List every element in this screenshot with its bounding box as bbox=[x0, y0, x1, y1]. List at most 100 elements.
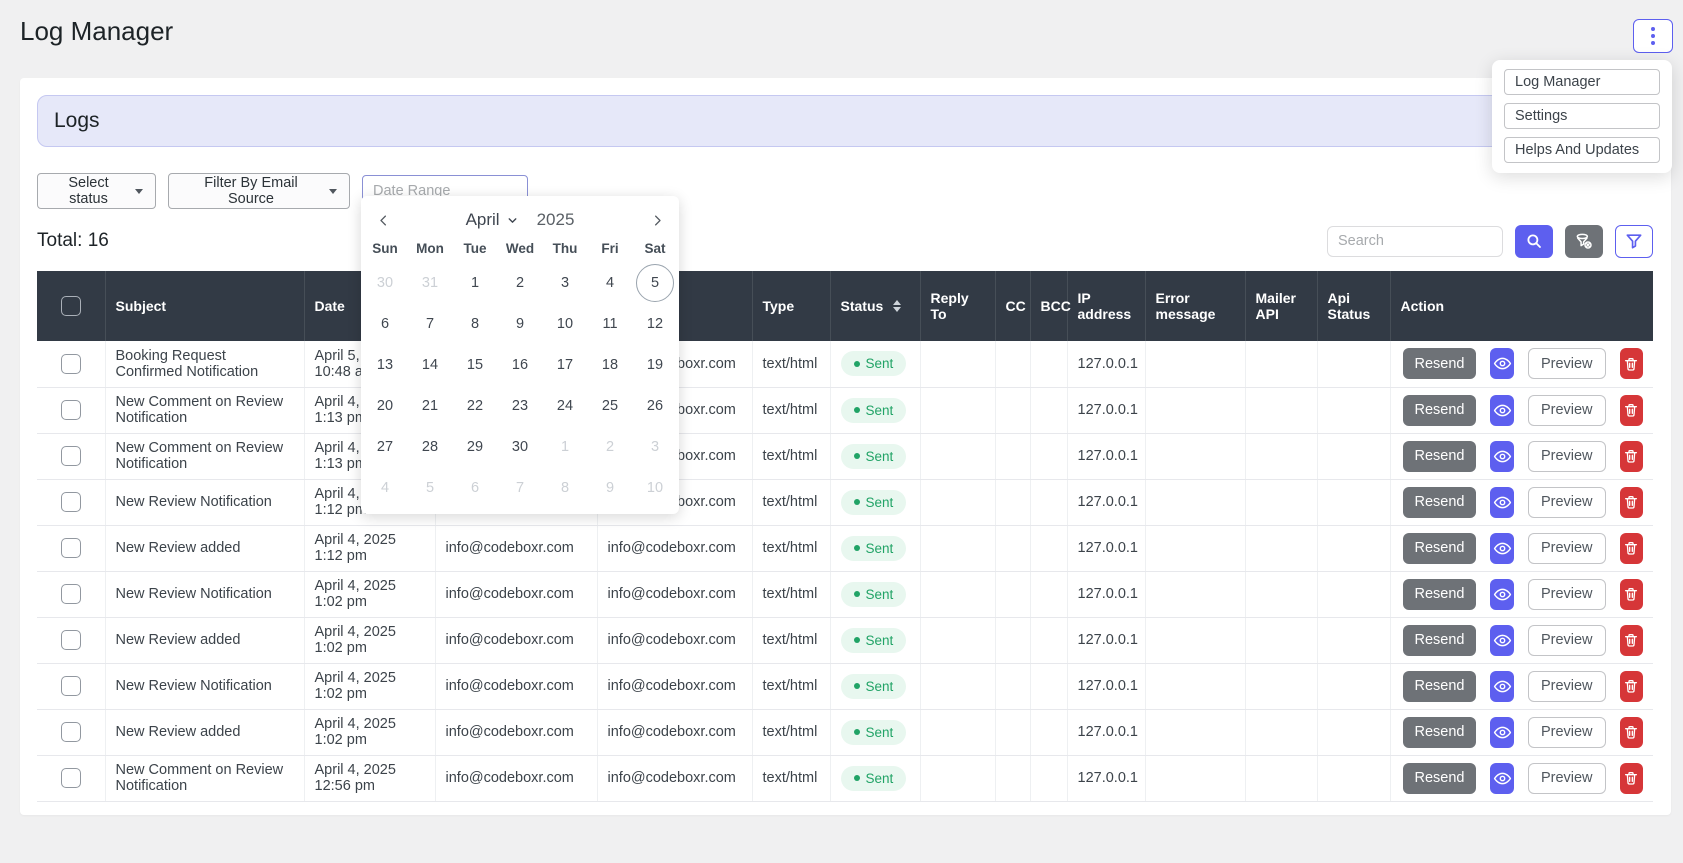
calendar-day[interactable]: 21 bbox=[408, 385, 453, 426]
row-checkbox[interactable] bbox=[61, 446, 81, 466]
calendar-day[interactable]: 6 bbox=[363, 303, 408, 344]
calendar-day[interactable]: 9 bbox=[498, 303, 543, 344]
delete-button[interactable] bbox=[1620, 441, 1643, 472]
preview-button[interactable]: Preview bbox=[1528, 671, 1606, 702]
view-button[interactable] bbox=[1490, 441, 1513, 472]
calendar-day[interactable]: 9 bbox=[588, 467, 633, 508]
calendar-day[interactable]: 2 bbox=[588, 426, 633, 467]
delete-button[interactable] bbox=[1620, 671, 1643, 702]
calendar-day[interactable]: 30 bbox=[363, 262, 408, 303]
view-button[interactable] bbox=[1490, 717, 1513, 748]
row-checkbox[interactable] bbox=[61, 676, 81, 696]
preview-button[interactable]: Preview bbox=[1528, 625, 1606, 656]
calendar-day[interactable]: 4 bbox=[363, 467, 408, 508]
preview-button[interactable]: Preview bbox=[1528, 487, 1606, 518]
search-button[interactable] bbox=[1515, 225, 1553, 258]
calendar-day[interactable]: 25 bbox=[588, 385, 633, 426]
view-button[interactable] bbox=[1490, 533, 1513, 564]
delete-button[interactable] bbox=[1620, 533, 1643, 564]
calendar-day[interactable]: 1 bbox=[543, 426, 588, 467]
row-checkbox[interactable] bbox=[61, 584, 81, 604]
calendar-day[interactable]: 15 bbox=[453, 344, 498, 385]
delete-button[interactable] bbox=[1620, 579, 1643, 610]
resend-button[interactable]: Resend bbox=[1403, 579, 1477, 610]
calendar-year-input[interactable]: 2025 bbox=[537, 210, 575, 230]
resend-button[interactable]: Resend bbox=[1403, 671, 1477, 702]
calendar-day[interactable]: 30 bbox=[498, 426, 543, 467]
delete-button[interactable] bbox=[1620, 717, 1643, 748]
calendar-day[interactable]: 7 bbox=[408, 303, 453, 344]
preview-button[interactable]: Preview bbox=[1528, 763, 1606, 794]
calendar-day[interactable]: 24 bbox=[543, 385, 588, 426]
calendar-day[interactable]: 10 bbox=[543, 303, 588, 344]
resend-button[interactable]: Resend bbox=[1403, 625, 1477, 656]
calendar-day[interactable]: 8 bbox=[543, 467, 588, 508]
resend-button[interactable]: Resend bbox=[1403, 395, 1477, 426]
calendar-day[interactable]: 14 bbox=[408, 344, 453, 385]
calendar-month-select[interactable]: April bbox=[466, 210, 519, 230]
resend-button[interactable]: Resend bbox=[1403, 763, 1477, 794]
calendar-day[interactable]: 1 bbox=[453, 262, 498, 303]
search-input[interactable] bbox=[1327, 226, 1503, 257]
row-checkbox[interactable] bbox=[61, 538, 81, 558]
row-checkbox[interactable] bbox=[61, 768, 81, 788]
row-checkbox[interactable] bbox=[61, 630, 81, 650]
view-button[interactable] bbox=[1490, 625, 1513, 656]
delete-button[interactable] bbox=[1620, 487, 1643, 518]
logs-panel-header[interactable]: Logs bbox=[37, 95, 1645, 147]
delete-button[interactable] bbox=[1620, 395, 1643, 426]
status-filter-select[interactable]: Select status bbox=[37, 173, 156, 209]
calendar-day[interactable]: 4 bbox=[588, 262, 633, 303]
row-checkbox[interactable] bbox=[61, 722, 81, 742]
delete-button[interactable] bbox=[1620, 348, 1643, 379]
resend-button[interactable]: Resend bbox=[1403, 487, 1477, 518]
calendar-day[interactable]: 20 bbox=[363, 385, 408, 426]
calendar-next-button[interactable] bbox=[645, 208, 669, 232]
calendar-day[interactable]: 7 bbox=[498, 467, 543, 508]
email-source-filter-select[interactable]: Filter By Email Source bbox=[168, 173, 350, 209]
calendar-day[interactable]: 28 bbox=[408, 426, 453, 467]
view-button[interactable] bbox=[1490, 487, 1513, 518]
row-checkbox[interactable] bbox=[61, 492, 81, 512]
calendar-day[interactable]: 16 bbox=[498, 344, 543, 385]
calendar-day[interactable]: 13 bbox=[363, 344, 408, 385]
calendar-day[interactable]: 5 bbox=[408, 467, 453, 508]
resend-button[interactable]: Resend bbox=[1403, 533, 1477, 564]
delete-button[interactable] bbox=[1620, 763, 1643, 794]
menu-item-log-manager[interactable]: Log Manager bbox=[1504, 69, 1660, 95]
calendar-day[interactable]: 17 bbox=[543, 344, 588, 385]
calendar-day[interactable]: 19 bbox=[633, 344, 678, 385]
calendar-day[interactable]: 26 bbox=[633, 385, 678, 426]
preview-button[interactable]: Preview bbox=[1528, 395, 1606, 426]
view-button[interactable] bbox=[1490, 763, 1513, 794]
calendar-day[interactable]: 12 bbox=[633, 303, 678, 344]
column-header-status[interactable]: Status bbox=[830, 271, 920, 341]
calendar-prev-button[interactable] bbox=[371, 208, 395, 232]
calendar-day[interactable]: 3 bbox=[633, 426, 678, 467]
calendar-day[interactable]: 5 bbox=[633, 262, 678, 303]
sort-icon[interactable] bbox=[893, 300, 901, 312]
calendar-day[interactable]: 23 bbox=[498, 385, 543, 426]
filter-button[interactable] bbox=[1615, 225, 1653, 258]
calendar-day[interactable]: 22 bbox=[453, 385, 498, 426]
calendar-day[interactable]: 2 bbox=[498, 262, 543, 303]
preview-button[interactable]: Preview bbox=[1528, 348, 1606, 379]
calendar-day[interactable]: 11 bbox=[588, 303, 633, 344]
resend-button[interactable]: Resend bbox=[1403, 441, 1477, 472]
view-button[interactable] bbox=[1490, 671, 1513, 702]
row-checkbox[interactable] bbox=[61, 400, 81, 420]
calendar-day[interactable]: 3 bbox=[543, 262, 588, 303]
preview-button[interactable]: Preview bbox=[1528, 579, 1606, 610]
preview-button[interactable]: Preview bbox=[1528, 441, 1606, 472]
menu-item-helps-and-updates[interactable]: Helps And Updates bbox=[1504, 137, 1660, 163]
calendar-day[interactable]: 10 bbox=[633, 467, 678, 508]
calendar-day[interactable]: 8 bbox=[453, 303, 498, 344]
resend-button[interactable]: Resend bbox=[1403, 717, 1477, 748]
resend-button[interactable]: Resend bbox=[1403, 348, 1477, 379]
calendar-day[interactable]: 31 bbox=[408, 262, 453, 303]
calendar-day[interactable]: 6 bbox=[453, 467, 498, 508]
preview-button[interactable]: Preview bbox=[1528, 717, 1606, 748]
clear-filter-button[interactable] bbox=[1565, 225, 1603, 258]
delete-button[interactable] bbox=[1620, 625, 1643, 656]
select-all-checkbox[interactable] bbox=[61, 296, 81, 316]
